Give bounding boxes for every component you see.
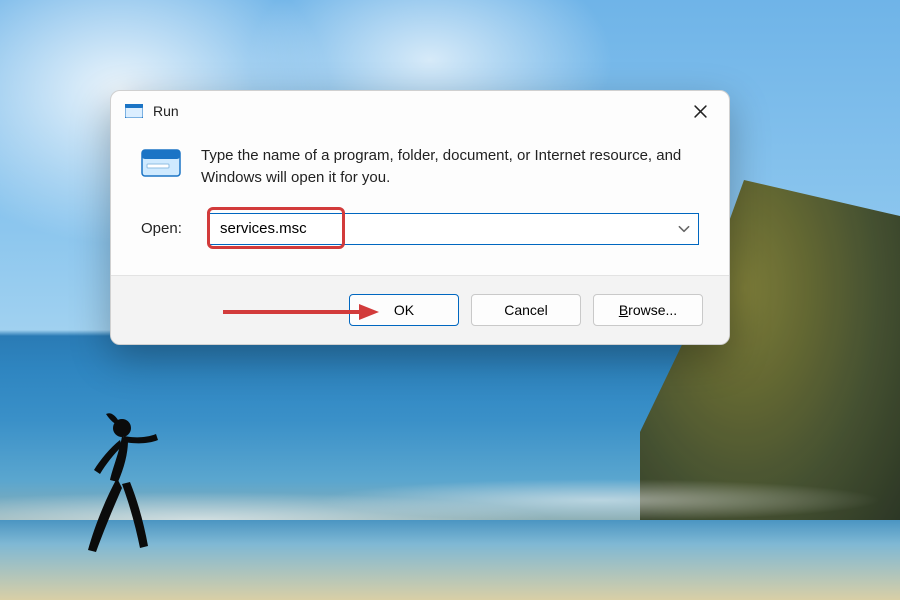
close-icon	[694, 105, 707, 118]
dialog-footer: OK Cancel Browse...	[111, 275, 729, 344]
browse-rest: rowse...	[628, 302, 677, 318]
ok-button[interactable]: OK	[349, 294, 459, 326]
close-button[interactable]	[677, 95, 723, 127]
run-dialog: Run Type the name of a program, folder, …	[110, 90, 730, 345]
run-app-icon	[141, 147, 181, 179]
dialog-description: Type the name of a program, folder, docu…	[201, 145, 699, 189]
browse-button[interactable]: Browse...	[593, 294, 703, 326]
open-combobox[interactable]	[209, 213, 699, 245]
open-input[interactable]	[209, 213, 699, 245]
dialog-title: Run	[153, 103, 179, 119]
titlebar[interactable]: Run	[111, 91, 729, 131]
run-icon	[125, 104, 143, 118]
browse-accel: B	[619, 302, 628, 318]
wallpaper-runner	[70, 410, 170, 560]
open-label: Open:	[141, 220, 193, 237]
cancel-button[interactable]: Cancel	[471, 294, 581, 326]
